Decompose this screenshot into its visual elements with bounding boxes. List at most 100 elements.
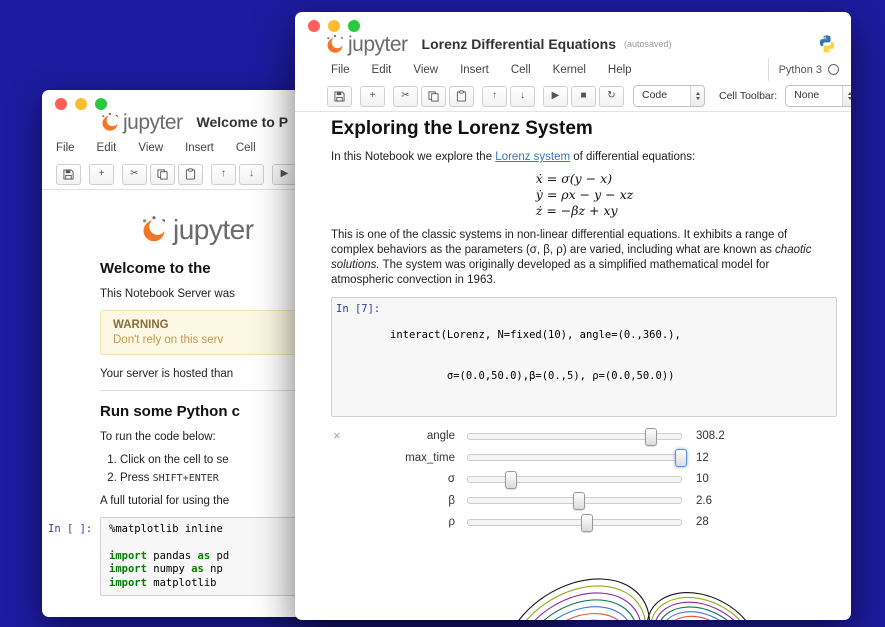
move-cell-down-button[interactable]: ↓ (239, 164, 264, 185)
intro-text: of differential equations: (570, 151, 695, 163)
menu-cell[interactable]: Cell (236, 142, 256, 154)
interrupt-kernel-button[interactable]: ■ (571, 86, 596, 107)
jupyter-wordmark: jupyter (123, 113, 183, 133)
refresh-icon: ↻ (607, 91, 615, 101)
interactive-sliders: angle308.2max_time12σ10β2.6ρ28 (331, 425, 838, 533)
run-cell-button[interactable]: ▶ (272, 164, 297, 185)
menu-kernel[interactable]: Kernel (553, 64, 586, 76)
notebook-title[interactable]: Welcome to P (197, 114, 289, 130)
arrow-up-icon: ↑ (492, 91, 497, 101)
code-cell: In [7]: interact(Lorenz, N=fixed(10), an… (331, 297, 837, 417)
jupyter-planet-icon (100, 111, 120, 133)
jupyter-planet-icon (140, 214, 168, 244)
cell-toolbar-select[interactable]: None (785, 85, 851, 107)
slider-label: ρ (363, 516, 455, 528)
slider-value: 28 (696, 516, 709, 528)
slider-row: max_time12 (363, 447, 838, 469)
menu-edit[interactable]: Edit (97, 142, 117, 154)
lorenz-notebook-window[interactable]: jupyter Lorenz Differential Equations (a… (295, 12, 851, 620)
menu-file[interactable]: File (56, 142, 75, 154)
menu-edit[interactable]: Edit (372, 64, 392, 76)
save-button[interactable] (56, 164, 81, 185)
code-line: σ=(0.0,50.0),β=(0.,5), ρ=(0.0,50.0)) (390, 370, 832, 384)
slider-row: angle 308.2 (363, 425, 838, 447)
scissors-icon: ✂ (130, 169, 138, 179)
move-cell-down-button[interactable]: ↓ (510, 86, 535, 107)
menu-file[interactable]: File (331, 64, 350, 76)
slider-value: 10 (696, 473, 709, 485)
slider-handle[interactable] (581, 514, 593, 532)
plus-icon: + (99, 169, 105, 179)
input-prompt: In [ ]: (48, 517, 98, 535)
slider-track[interactable] (467, 454, 682, 461)
keyboard-shortcut: SHIFT+ENTER (153, 473, 219, 484)
save-button[interactable] (327, 86, 352, 107)
slider-handle[interactable] (573, 492, 585, 510)
kernel-idle-icon (828, 64, 839, 75)
slider-handle[interactable] (675, 449, 687, 467)
jupyter-wordmark: jupyter (173, 217, 254, 244)
menu-cell[interactable]: Cell (511, 64, 531, 76)
menu-view[interactable]: View (413, 64, 438, 76)
restart-kernel-button[interactable]: ↻ (599, 86, 624, 107)
slider-handle[interactable] (645, 428, 657, 446)
slider-track[interactable] (467, 433, 682, 440)
notebook-title[interactable]: Lorenz Differential Equations (422, 36, 616, 52)
list-item-text: Press (120, 472, 153, 484)
add-cell-button[interactable]: + (89, 164, 114, 185)
add-cell-button[interactable]: + (360, 86, 385, 107)
kernel-name: Python 3 (779, 64, 822, 76)
widget-close-button[interactable]: × (333, 429, 341, 442)
description-text: This is one of the classic systems in no… (331, 229, 787, 256)
cut-cell-button[interactable]: ✂ (122, 164, 147, 185)
paste-cell-button[interactable] (449, 86, 474, 107)
menu-help[interactable]: Help (608, 64, 632, 76)
intro-text: In this Notebook we explore the (331, 151, 495, 163)
slider-track[interactable] (467, 476, 682, 483)
equation-line: ẋ = σ(y − x) (536, 171, 633, 187)
jupyter-wordmark: jupyter (348, 35, 408, 55)
arrow-down-icon: ↓ (520, 91, 525, 101)
save-icon (63, 169, 74, 180)
description-text: The system was originally developed as a… (331, 259, 769, 286)
cell-type-select[interactable]: Code (633, 85, 705, 107)
scissors-icon: ✂ (401, 91, 409, 101)
select-stepper-icon (690, 86, 704, 106)
slider-value: 308.2 (696, 430, 725, 442)
slider-track[interactable] (467, 497, 682, 504)
toolbar: + ✂ ↑ ↓ ▶ ■ ↻ Code Cell Toolbar: None (295, 81, 851, 112)
slider-row: β2.6 (363, 490, 838, 512)
equation-block: ẋ = σ(y − x) ẏ = ρx − y − xz ż = −βz + x… (536, 171, 633, 220)
move-cell-up-button[interactable]: ↑ (211, 164, 236, 185)
cut-cell-button[interactable]: ✂ (393, 86, 418, 107)
equation-line: ẏ = ρx − y − xz (536, 187, 633, 203)
select-stepper-icon (842, 86, 851, 106)
cell-toolbar-value: None (786, 86, 842, 106)
kernel-indicator: Python 3 (768, 58, 851, 81)
copy-cell-button[interactable] (150, 164, 175, 185)
lorenz-system-link[interactable]: Lorenz system (495, 151, 570, 163)
autosave-status: (autosaved) (624, 39, 672, 49)
copy-cell-button[interactable] (421, 86, 446, 107)
slider-value: 2.6 (696, 495, 712, 507)
menu-insert[interactable]: Insert (460, 64, 489, 76)
slider-handle[interactable] (505, 471, 517, 489)
input-prompt: In [7]: (336, 302, 390, 315)
menu-view[interactable]: View (138, 142, 163, 154)
arrow-down-icon: ↓ (249, 169, 254, 179)
arrow-up-icon: ↑ (221, 169, 226, 179)
intro-paragraph: In this Notebook we explore the Lorenz s… (331, 150, 838, 165)
python-icon (816, 33, 838, 55)
move-cell-up-button[interactable]: ↑ (482, 86, 507, 107)
run-cell-button[interactable]: ▶ (543, 86, 568, 107)
code-line: interact(Lorenz, N=fixed(10), angle=(0.,… (390, 329, 832, 343)
page-title: Exploring the Lorenz System (331, 118, 838, 140)
slider-label: angle (363, 430, 455, 442)
code-input[interactable]: interact(Lorenz, N=fixed(10), angle=(0.,… (390, 302, 832, 410)
play-icon: ▶ (552, 91, 560, 101)
paste-cell-button[interactable] (178, 164, 203, 185)
menu-insert[interactable]: Insert (185, 142, 214, 154)
slider-label: max_time (363, 452, 455, 464)
slider-track[interactable] (467, 519, 682, 526)
desktop-background: { "colors": { "desktop_bg": "#1d1b9f", "… (0, 0, 885, 627)
